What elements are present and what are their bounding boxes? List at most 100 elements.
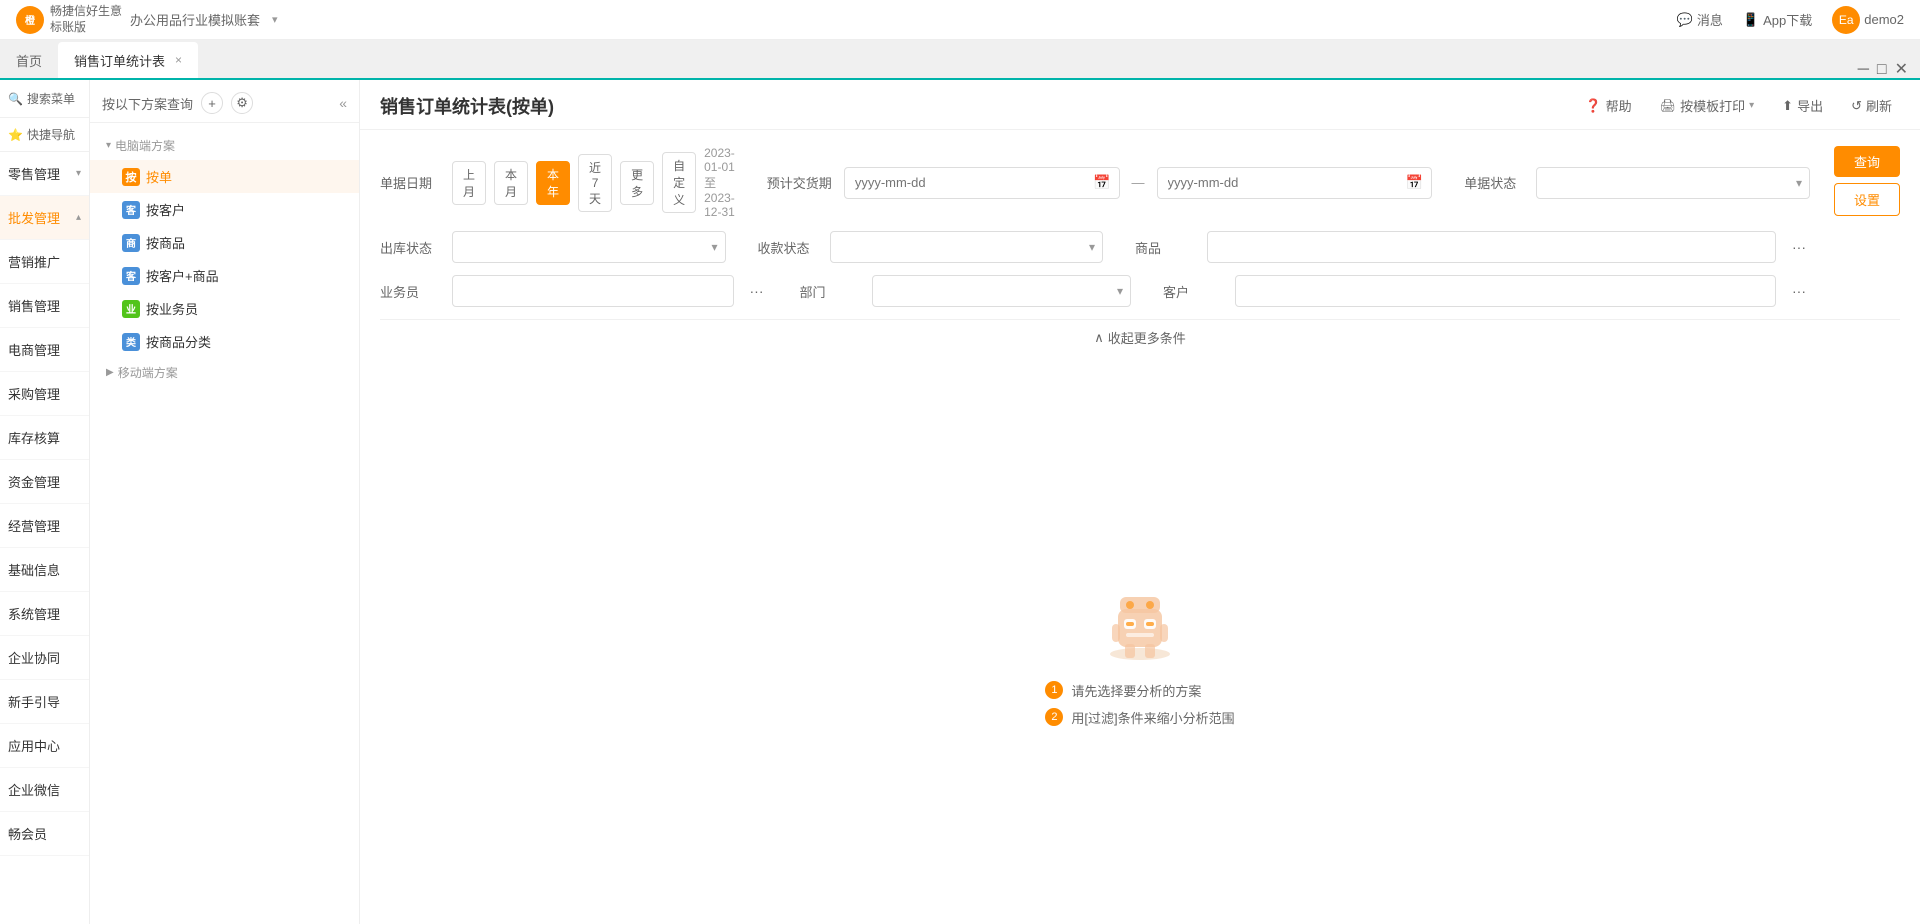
sidebar-item-marketing[interactable]: 营销推广 [0,240,89,284]
expected-delivery-start-input[interactable] [845,175,1085,190]
filter-row-3: 业务员 ··· 部门 ▾ 客户 ··· [380,275,1810,307]
receipt-status-select[interactable] [830,231,1104,263]
collapse-filter-btn[interactable]: ∧ 收起更多条件 [380,319,1900,355]
breadcrumb-arrow-icon[interactable]: ▾ [272,13,278,26]
tab-close-icon[interactable]: × [175,53,182,67]
sidebar-quicknav[interactable]: ⭐ 快捷导航 [0,118,89,152]
customer-input[interactable] [1235,275,1776,307]
salesman-icon: 业 [122,300,140,318]
chevron-up-icon: ▴ [76,212,81,223]
page-header-actions: ❓ 帮助 🖨 按模板打印 ▾ ⬆ 导出 ↺ 刷新 [1577,92,1900,129]
date-btn-custom[interactable]: 自定义 [662,152,696,213]
sidebar-item-inventory[interactable]: 库存核算 [0,416,89,460]
double-arrow-left-icon: « [339,95,347,111]
receipt-status-label: 收款状态 [758,238,818,257]
sidebar-item-wholesale[interactable]: 批发管理 ▴ [0,196,89,240]
empty-hint-2: 2 用[过滤]条件来缩小分析范围 [1045,708,1234,727]
tab-bar-actions: ─ □ ✕ [1846,62,1920,78]
expected-delivery-end[interactable]: 📅 [1157,167,1433,199]
search-icon: 🔍 [8,92,23,106]
svg-text:橙: 橙 [25,14,36,27]
goods-icon: 商 [122,234,140,252]
sidebar-item-management[interactable]: 经营管理 [0,504,89,548]
tree-section-mobile[interactable]: ▶ 移动端方案 [90,358,359,387]
filter-action-col: 查询 设置 [1834,146,1900,216]
date-btn-thismonth[interactable]: 本月 [494,161,528,205]
order-status-select[interactable] [1536,167,1810,199]
tab-active[interactable]: 销售订单统计表 × [58,42,198,78]
department-label: 部门 [800,282,860,301]
tree-item-by-customer[interactable]: 客 按客户 [90,193,359,226]
app-download-btn[interactable]: 📱 App下载 [1743,10,1812,29]
salesman-more-icon[interactable]: ··· [746,283,768,299]
filter-row-wrapper: 单据日期 上月 本月 本年 近7天 更多 自定义 2023-01-01 至 20… [380,146,1900,319]
sidebar-item-retail[interactable]: 零售管理 ▾ [0,152,89,196]
template-print-btn[interactable]: 🖨 按模板打印 ▾ [1652,92,1763,119]
sidebar-item-wechat[interactable]: 企业微信 [0,768,89,812]
refresh-btn[interactable]: ↺ 刷新 [1843,92,1900,119]
calendar-end-icon[interactable]: 📅 [1398,174,1431,191]
goods-input[interactable] [1207,231,1776,263]
date-label: 单据日期 [380,173,440,192]
empty-hints: 1 请先选择要分析的方案 2 用[过滤]条件来缩小分析范围 [1045,681,1234,727]
category-icon: 类 [122,333,140,351]
window-close-btn[interactable]: ✕ [1895,62,1908,78]
delivery-status-select[interactable] [452,231,726,263]
sidebar-item-appcenter[interactable]: 应用中心 [0,724,89,768]
empty-illustration [1090,569,1190,669]
date-btn-thisyear[interactable]: 本年 [536,161,570,205]
date-btn-lastmonth[interactable]: 上月 [452,161,486,205]
salesman-input[interactable] [452,275,734,307]
left-panel-header: 按以下方案查询 + ⚙ « [90,80,359,123]
message-btn[interactable]: 💬 消息 [1677,10,1723,29]
help-btn[interactable]: ❓ 帮助 [1577,92,1639,119]
breadcrumb[interactable]: 办公用品行业模拟账套 [130,10,260,29]
filter-row-2: 出库状态 ▾ 收款状态 ▾ 商品 [380,231,1810,263]
calendar-icon[interactable]: 📅 [1085,174,1118,191]
sidebar-item-member[interactable]: 畅会员 [0,812,89,856]
refresh-icon: ↺ [1851,98,1862,114]
message-icon: 💬 [1677,12,1693,28]
sidebar-search[interactable]: 🔍 搜索菜单 [0,80,89,118]
sidebar-item-newguide[interactable]: 新手引导 [0,680,89,724]
user-menu[interactable]: Ea demo2 [1832,6,1904,34]
tree-item-by-order[interactable]: 按 按单 [90,160,359,193]
window-minimize-btn[interactable]: ─ [1858,62,1869,78]
customer-more-icon[interactable]: ··· [1788,283,1810,299]
expected-delivery-start[interactable]: 📅 [844,167,1120,199]
sidebar-item-sales[interactable]: 销售管理 [0,284,89,328]
sidebar-item-collab[interactable]: 企业协同 [0,636,89,680]
filter-row-1: 单据日期 上月 本月 本年 近7天 更多 自定义 2023-01-01 至 20… [380,146,1810,219]
help-icon: ❓ [1585,98,1601,114]
content-area: 按以下方案查询 + ⚙ « ▾ 电脑端方案 按 [90,80,1920,924]
export-btn[interactable]: ⬆ 导出 [1774,92,1831,119]
sidebar-item-ecommerce[interactable]: 电商管理 [0,328,89,372]
settings-scheme-btn[interactable]: ⚙ [231,92,253,114]
query-btn[interactable]: 查询 [1834,146,1900,177]
department-select[interactable] [872,275,1132,307]
window-maximize-btn[interactable]: □ [1877,62,1887,78]
date-btn-more[interactable]: 更多 [620,161,654,205]
add-scheme-btn[interactable]: + [201,92,223,114]
filter-rows-main: 单据日期 上月 本月 本年 近7天 更多 自定义 2023-01-01 至 20… [380,146,1810,319]
header-left: 橙 畅捷信好生意 标账版 办公用品行业模拟账套 ▾ [16,4,278,35]
sidebar: 🔍 搜索菜单 ⭐ 快捷导航 零售管理 ▾ 批发管理 ▴ 营销推广 销售管理 电商… [0,80,90,924]
sidebar-item-basic[interactable]: 基础信息 [0,548,89,592]
order-status-select-wrapper: ▾ [1536,167,1810,199]
tab-home[interactable]: 首页 [0,42,58,78]
sidebar-item-system[interactable]: 系统管理 [0,592,89,636]
tree-item-by-goods[interactable]: 商 按商品 [90,226,359,259]
tree-section-pc[interactable]: ▾ 电脑端方案 [90,131,359,160]
sidebar-item-finance[interactable]: 资金管理 [0,460,89,504]
expected-delivery-end-input[interactable] [1158,175,1398,190]
collapse-panel-btn[interactable]: « [339,95,347,111]
plus-icon: + [208,96,216,111]
tree-item-by-customer-goods[interactable]: 客 按客户+商品 [90,259,359,292]
date-btn-7days[interactable]: 近7天 [578,154,612,212]
settings-btn[interactable]: 设置 [1834,183,1900,216]
sidebar-item-purchase[interactable]: 采购管理 [0,372,89,416]
gear-icon: ⚙ [236,95,248,111]
goods-more-icon[interactable]: ··· [1788,239,1810,255]
tree-item-by-salesman[interactable]: 业 按业务员 [90,292,359,325]
tree-item-by-category[interactable]: 类 按商品分类 [90,325,359,358]
